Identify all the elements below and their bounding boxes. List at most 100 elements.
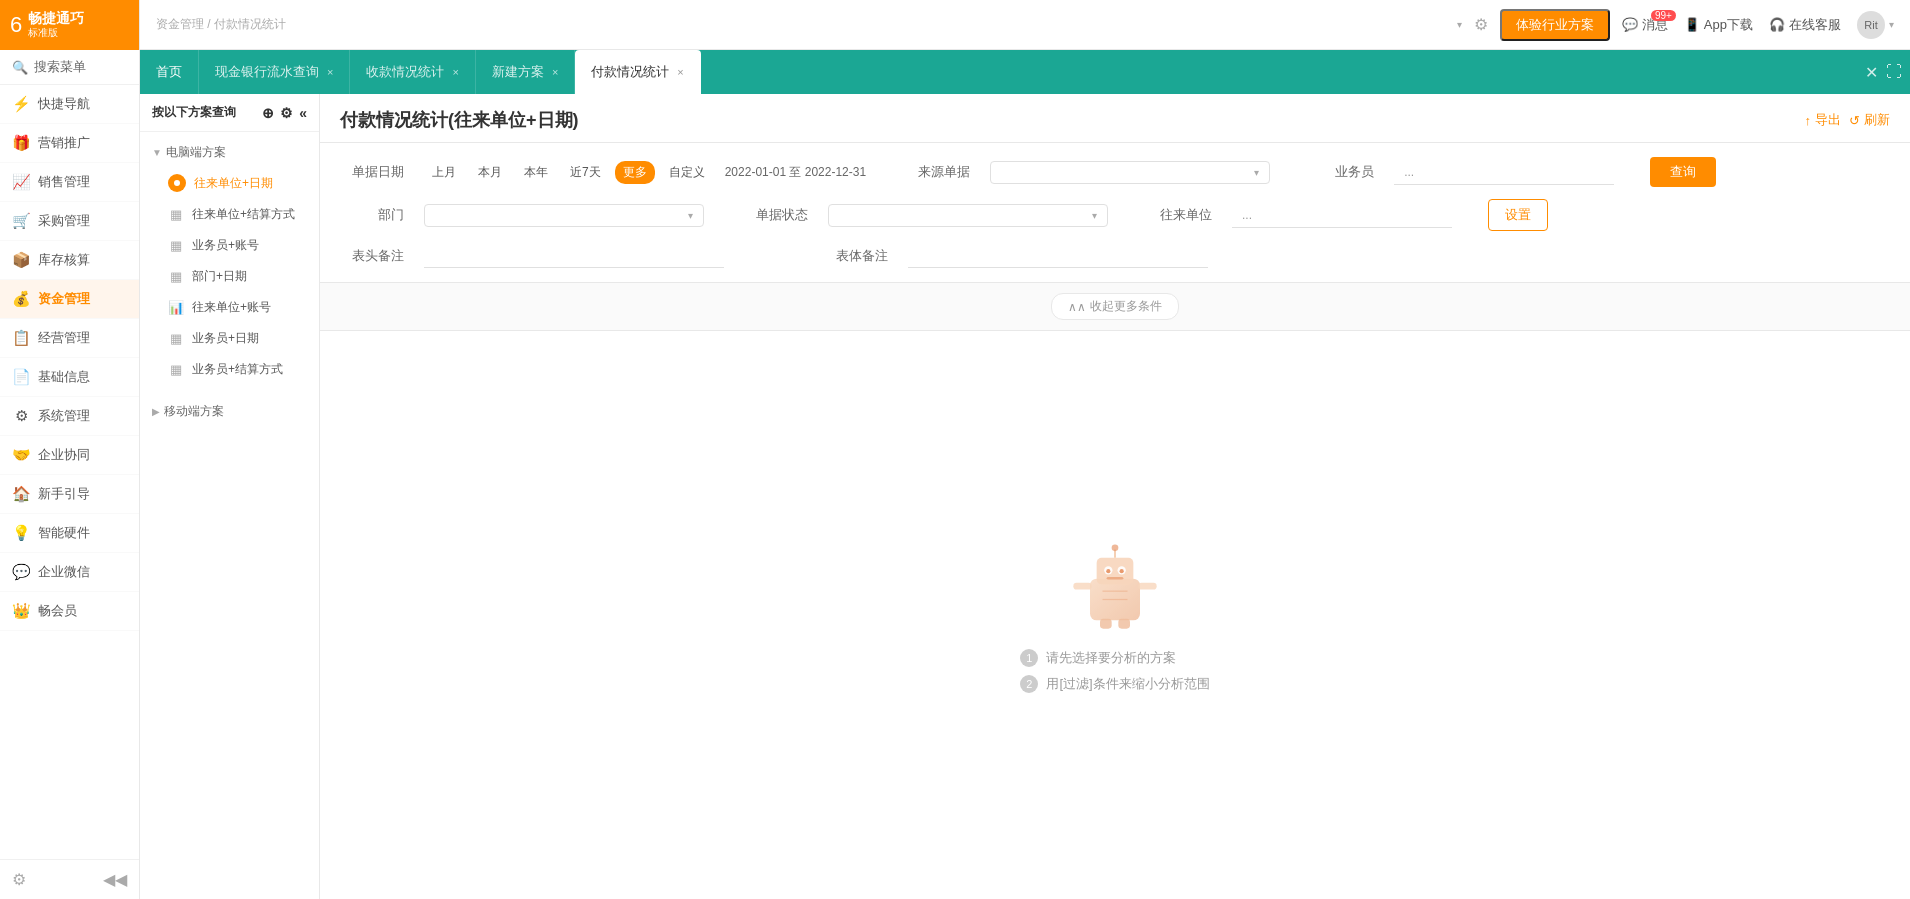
settings-button[interactable]: 设置 [1488, 199, 1548, 231]
header-note-input[interactable] [424, 243, 724, 268]
sidebar-item-weixin[interactable]: 💬 企业微信 [0, 553, 139, 592]
sidebar-item-inventory[interactable]: 📦 库存核算 [0, 241, 139, 280]
user-menu[interactable]: Rit ▾ [1857, 11, 1894, 39]
msg-button[interactable]: 💬 消息 99+ [1622, 16, 1668, 34]
sidebar-collapse-icon[interactable]: ◀◀ [103, 870, 127, 889]
scheme-item-salesman-account[interactable]: ▦ 业务员+账号 [140, 230, 319, 261]
sidebar-item-operation[interactable]: 📋 经营管理 [0, 319, 139, 358]
sidebar-item-marketing[interactable]: 🎁 营销推广 [0, 124, 139, 163]
tab-bank-flow-close[interactable]: × [327, 66, 333, 78]
filter-row-1: 单据日期 上月 本月 本年 近7天 更多 自定义 2022-01-01 至 20… [340, 157, 1890, 187]
source-label: 来源单据 [906, 163, 970, 181]
scheme-item-counterpart-account[interactable]: 📊 往来单位+账号 [140, 292, 319, 323]
svg-rect-9 [1073, 583, 1091, 590]
sidebar-item-guide[interactable]: 🏠 新手引导 [0, 475, 139, 514]
tab-payment-stats-close[interactable]: × [677, 66, 683, 78]
source-select[interactable]: ▾ [990, 161, 1270, 184]
counterpart-label: 往来单位 [1148, 206, 1212, 224]
sidebar-item-basic-info[interactable]: 📄 基础信息 [0, 358, 139, 397]
export-button[interactable]: ↑ 导出 [1805, 111, 1842, 129]
nav-close-all-icon[interactable]: ✕ [1865, 63, 1878, 82]
doc-status-select[interactable]: ▾ [828, 204, 1108, 227]
this-year-opt[interactable]: 本年 [516, 161, 556, 184]
scheme-item-counterpart-settle[interactable]: ▦ 往来单位+结算方式 [140, 199, 319, 230]
sidebar-item-label: 新手引导 [38, 485, 90, 503]
desktop-scheme-group: ▼ 电脑端方案 往来单位+日期 ▦ 往来单位+结算方式 ▦ 业务员+账号 ▦ [140, 132, 319, 391]
last7days-opt[interactable]: 近7天 [562, 161, 609, 184]
collapse-conditions-btn[interactable]: ∧∧ 收起更多条件 [1051, 293, 1179, 320]
avatar-text: Rit [1864, 19, 1877, 31]
header-note-label: 表头备注 [340, 247, 404, 265]
scheme-table-icon: ▦ [168, 207, 184, 223]
sidebar-item-enterprise[interactable]: 🤝 企业协同 [0, 436, 139, 475]
nav-maximize-icon[interactable]: ⛶ [1886, 63, 1902, 81]
add-scheme-icon[interactable]: ⊕ [262, 105, 274, 121]
sidebar-item-purchase[interactable]: 🛒 采购管理 [0, 202, 139, 241]
sidebar-item-label: 库存核算 [38, 251, 90, 269]
scheme-item-label: 业务员+结算方式 [192, 361, 283, 378]
nav-tabs-actions: ✕ ⛶ [1865, 63, 1910, 82]
sidebar-item-quick-nav[interactable]: ⚡ 快捷导航 [0, 85, 139, 124]
collapse-scheme-icon[interactable]: « [299, 105, 307, 121]
breadcrumb-dropdown-icon[interactable]: ▾ [1457, 19, 1462, 30]
refresh-button[interactable]: ↺ 刷新 [1849, 111, 1890, 129]
scheme-item-counterpart-date[interactable]: 往来单位+日期 [140, 167, 319, 199]
svg-rect-11 [1100, 619, 1112, 629]
sidebar-item-label: 销售管理 [38, 173, 90, 191]
page-header: 付款情况统计(往来单位+日期) ↑ 导出 ↺ 刷新 [320, 94, 1910, 143]
mobile-group-title[interactable]: ▶ 移动端方案 [140, 397, 319, 426]
collapse-bar[interactable]: ∧∧ 收起更多条件 [320, 283, 1910, 331]
counterpart-placeholder: ... [1242, 208, 1442, 222]
empty-tip-1: 1 请先选择要分析的方案 [1020, 649, 1209, 667]
more-opt[interactable]: 更多 [615, 161, 655, 184]
online-service-button[interactable]: 🎧 在线客服 [1769, 16, 1841, 34]
sidebar-logo: 6 畅捷通巧 标准版 [0, 0, 139, 50]
service-label: 在线客服 [1789, 16, 1841, 34]
scheme-item-label: 部门+日期 [192, 268, 247, 285]
collapse-icon: ∧∧ [1068, 300, 1086, 314]
tab-new-scheme[interactable]: 新建方案 × [476, 50, 575, 94]
smart-hw-icon: 💡 [12, 524, 30, 542]
query-button[interactable]: 查询 [1650, 157, 1716, 187]
topbar-gear-icon[interactable]: ⚙ [1474, 15, 1488, 34]
counterpart-input[interactable]: ... [1232, 203, 1452, 228]
this-month-opt[interactable]: 本月 [470, 161, 510, 184]
sidebar-item-sales[interactable]: 📈 销售管理 [0, 163, 139, 202]
sidebar-item-system[interactable]: ⚙ 系统管理 [0, 397, 139, 436]
tab-home[interactable]: 首页 [140, 50, 199, 94]
scheme-item-dept-date[interactable]: ▦ 部门+日期 [140, 261, 319, 292]
body-note-input[interactable] [908, 243, 1208, 268]
date-label: 单据日期 [340, 163, 404, 181]
app-download-button[interactable]: 📱 App下载 [1684, 16, 1753, 34]
sidebar-settings-icon[interactable]: ⚙ [12, 870, 26, 889]
tab-payment-stats[interactable]: 付款情况统计 × [575, 50, 700, 94]
tab-collection-stats[interactable]: 收款情况统计 × [350, 50, 475, 94]
settings-scheme-icon[interactable]: ⚙ [280, 105, 293, 121]
search-icon: 🔍 [12, 60, 28, 75]
tab-collection-stats-close[interactable]: × [452, 66, 458, 78]
svg-point-5 [1120, 569, 1124, 573]
tab-new-scheme-close[interactable]: × [552, 66, 558, 78]
scheme-item-label: 往来单位+账号 [192, 299, 271, 316]
sidebar-item-member[interactable]: 👑 畅会员 [0, 592, 139, 631]
sidebar-item-label: 快捷导航 [38, 95, 90, 113]
trial-btn[interactable]: 体验行业方案 [1500, 9, 1610, 41]
tip-num-2: 2 [1020, 675, 1038, 693]
enterprise-icon: 🤝 [12, 446, 30, 464]
system-icon: ⚙ [12, 407, 30, 425]
scheme-item-salesman-settle[interactable]: ▦ 业务员+结算方式 [140, 354, 319, 385]
page-actions: ↑ 导出 ↺ 刷新 [1805, 111, 1891, 129]
last-month-opt[interactable]: 上月 [424, 161, 464, 184]
tab-bank-flow[interactable]: 现金银行流水查询 × [199, 50, 350, 94]
sidebar-item-smart-hw[interactable]: 💡 智能硬件 [0, 514, 139, 553]
empty-tip-2: 2 用[过滤]条件来缩小分析范围 [1020, 675, 1209, 693]
search-menu[interactable]: 🔍 搜索菜单 [0, 50, 139, 85]
desktop-group-title[interactable]: ▼ 电脑端方案 [140, 138, 319, 167]
dept-select[interactable]: ▾ [424, 204, 704, 227]
scheme-item-salesman-date[interactable]: ▦ 业务员+日期 [140, 323, 319, 354]
custom-opt[interactable]: 自定义 [661, 161, 713, 184]
tab-home-label: 首页 [156, 63, 182, 81]
salesman-input[interactable]: ... [1394, 160, 1614, 185]
sidebar-item-finance[interactable]: 💰 资金管理 [0, 280, 139, 319]
logo-sub: 标准版 [28, 26, 84, 40]
